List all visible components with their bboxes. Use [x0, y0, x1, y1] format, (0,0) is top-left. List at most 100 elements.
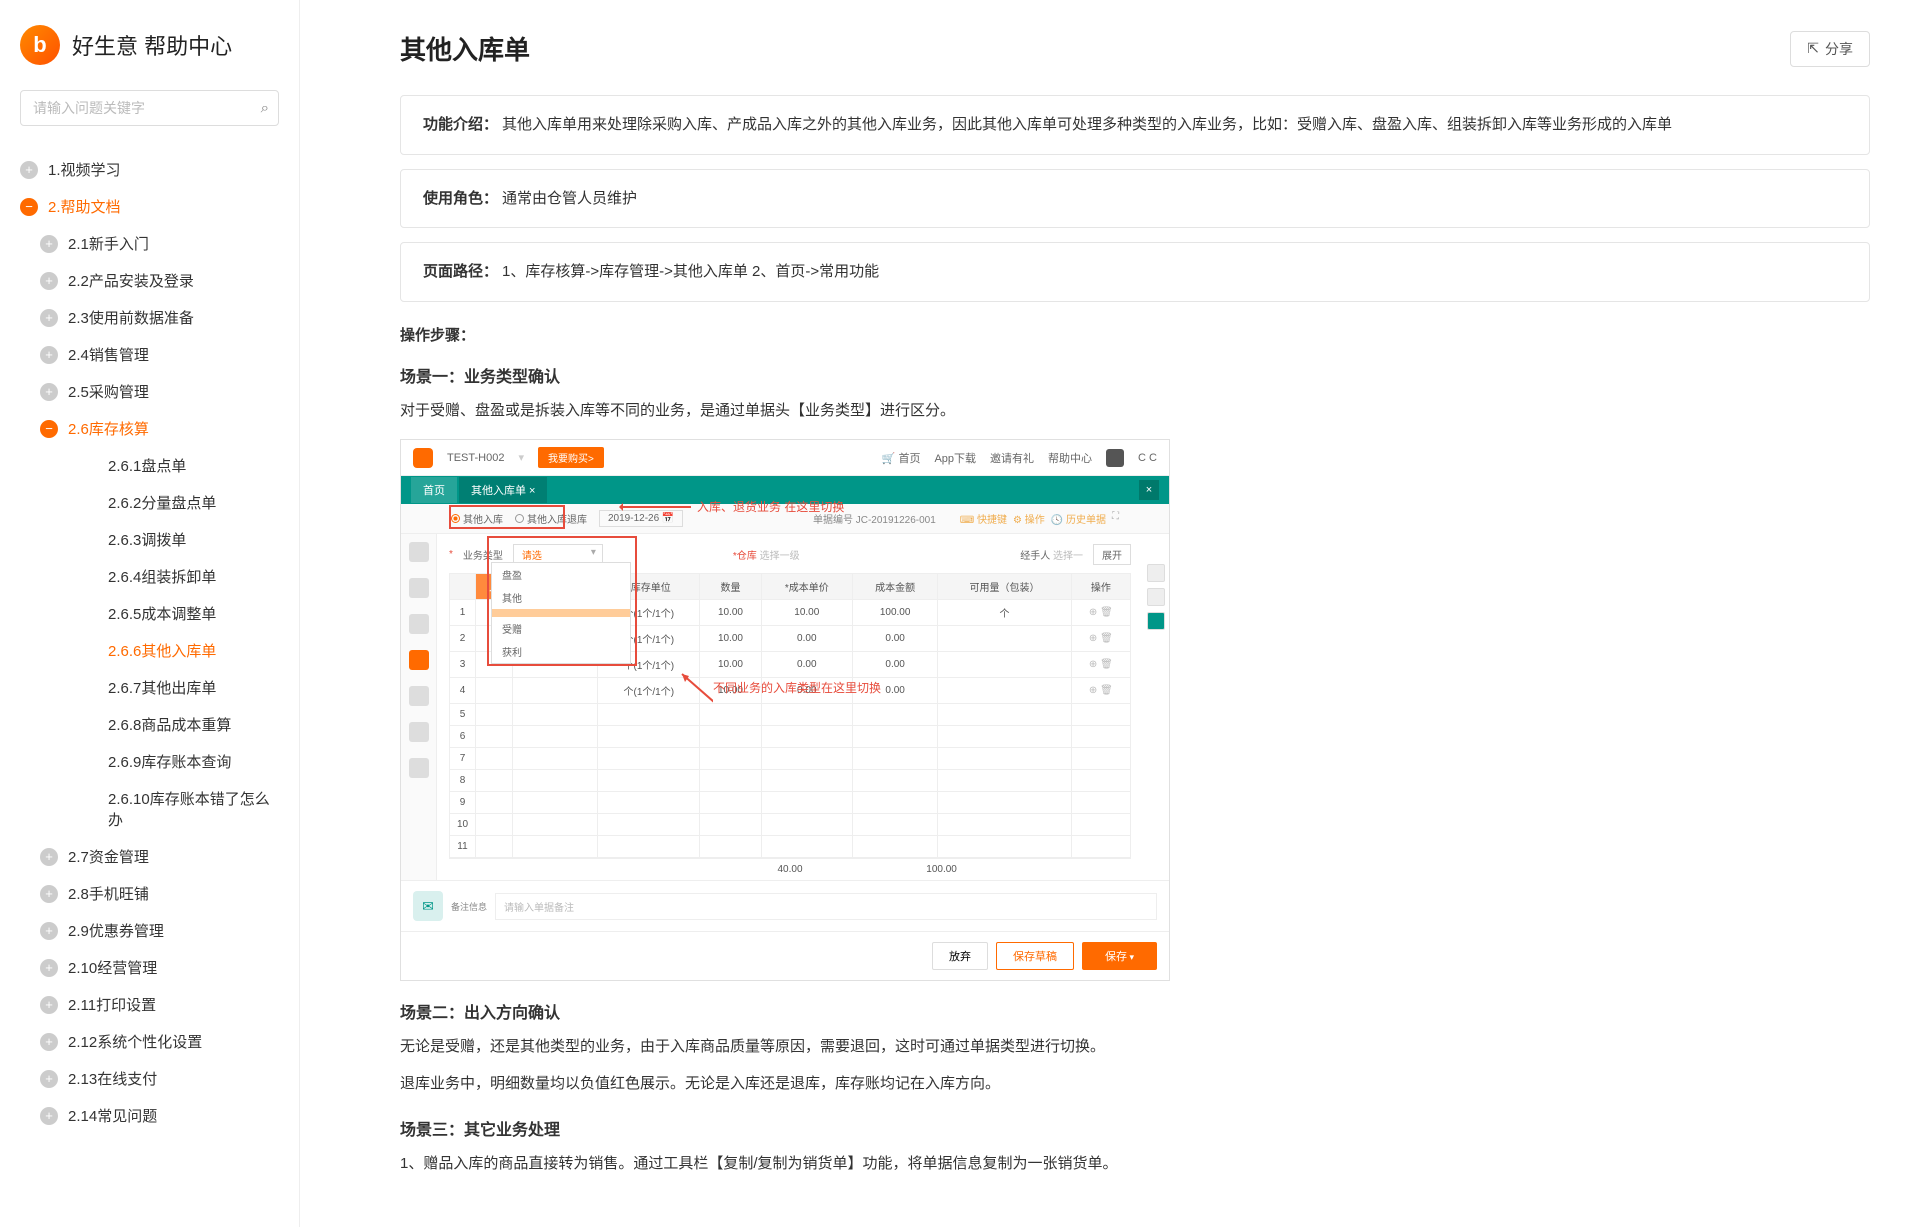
sidebar: b 好生意 帮助中心 ⌕ +1.视频学习 −2.帮助文档 +2.1新手入门 +2… — [0, 0, 300, 1227]
ss-top-invite: 邀请有礼 — [990, 450, 1034, 466]
plus-icon: + — [40, 346, 58, 364]
plus-icon: + — [40, 922, 58, 940]
plus-icon: + — [40, 885, 58, 903]
path-card: 页面路径：1、库存核算->库存管理->其他入库单 2、首页->常用功能 — [400, 242, 1870, 302]
screenshot-scene1: TEST-H002 ▾ 我要购买> 🛒 首页 App下载 邀请有礼 帮助中心 C… — [400, 439, 1170, 981]
nav-2-4[interactable]: +2.4销售管理 — [40, 336, 279, 373]
ss-draft-button: 保存草稿 — [996, 942, 1074, 970]
nav-2-5[interactable]: +2.5采购管理 — [40, 373, 279, 410]
nav-label: 2.1新手入门 — [68, 233, 149, 254]
intro-label: 功能介绍： — [423, 116, 498, 133]
ss-top-home: 🛒 首页 — [882, 450, 921, 466]
plus-icon: + — [40, 383, 58, 401]
search-input[interactable] — [20, 90, 279, 126]
share-button[interactable]: ⇱ 分享 — [1790, 31, 1870, 67]
nav-2-6-3[interactable]: 2.6.3调拨单 — [80, 521, 279, 558]
table-row: 7 — [450, 748, 1131, 770]
ss-save-button: 保存 — [1082, 942, 1157, 970]
nav-2-6-8[interactable]: 2.6.8商品成本重算 — [80, 706, 279, 743]
ss-dd-item: 获利 — [492, 640, 630, 663]
annotation-box-1 — [449, 505, 565, 529]
nav-2-11[interactable]: +2.11打印设置 — [40, 986, 279, 1023]
nav-label: 2.帮助文档 — [48, 196, 121, 217]
plus-icon: + — [40, 272, 58, 290]
ss-topbar: TEST-H002 ▾ 我要购买> 🛒 首页 App下载 邀请有礼 帮助中心 C… — [401, 440, 1169, 476]
role-text: 通常由仓管人员维护 — [502, 190, 637, 207]
ss-dd-item: 其他 — [492, 586, 630, 609]
scene1-title: 场景一：业务类型确认 — [400, 363, 1870, 387]
share-icon: ⇱ — [1807, 40, 1819, 57]
nav-label: 2.2产品安装及登录 — [68, 270, 194, 291]
nav-video-learning[interactable]: +1.视频学习 — [20, 151, 279, 188]
ss-right-tools — [1143, 534, 1169, 880]
ss-filter-label: 业务类型 — [463, 547, 503, 562]
plus-icon: + — [40, 1070, 58, 1088]
nav-label: 2.11打印设置 — [68, 994, 156, 1015]
nav-2-6[interactable]: −2.6库存核算 — [40, 410, 279, 447]
ss-footer: 放弃 保存草稿 保存 — [401, 931, 1169, 980]
nav-2-10[interactable]: +2.10经营管理 — [40, 949, 279, 986]
nav-label: 2.8手机旺铺 — [68, 883, 149, 904]
nav-2-13[interactable]: +2.13在线支付 — [40, 1060, 279, 1097]
nav-label: 1.视频学习 — [48, 159, 121, 180]
table-row: 10 — [450, 814, 1131, 836]
annotation-1: 入库、退货业务 在这里切换 — [621, 498, 844, 515]
nav-2-6-7[interactable]: 2.6.7其他出库单 — [80, 669, 279, 706]
nav-label: 2.6库存核算 — [68, 418, 149, 439]
steps-title: 操作步骤： — [400, 324, 1870, 345]
ss-filter-row: *业务类型 请选 盘盈 其他 受赠 获利 *仓库 选择一级 经手人 选择一 展开 — [449, 540, 1131, 573]
nav-2-6-2[interactable]: 2.6.2分量盘点单 — [80, 484, 279, 521]
nav-2-7[interactable]: +2.7资金管理 — [40, 838, 279, 875]
nav-2-6-5[interactable]: 2.6.5成本调整单 — [80, 595, 279, 632]
plus-icon: + — [40, 235, 58, 253]
nav-2-6-9[interactable]: 2.6.9库存账本查询 — [80, 743, 279, 780]
nav-2-14[interactable]: +2.14常见问题 — [40, 1097, 279, 1134]
scene1-para: 对于受赠、盘盈或是拆装入库等不同的业务，是通过单据头【业务类型】进行区分。 — [400, 397, 1870, 426]
ss-top-app: App下载 — [934, 450, 976, 466]
nav-2-6-6[interactable]: 2.6.6其他入库单 — [80, 632, 279, 669]
nav-help-docs[interactable]: −2.帮助文档 — [20, 188, 279, 225]
ss-tab-home: 首页 — [411, 477, 457, 503]
nav-label: 2.9优惠券管理 — [68, 920, 164, 941]
logo-text: 好生意 帮助中心 — [72, 29, 232, 61]
minus-icon: − — [20, 198, 38, 216]
nav-2-8[interactable]: +2.8手机旺铺 — [40, 875, 279, 912]
nav-label: 2.4销售管理 — [68, 344, 149, 365]
nav-label: 2.3使用前数据准备 — [68, 307, 194, 328]
nav-2-6-4[interactable]: 2.6.4组装拆卸单 — [80, 558, 279, 595]
ss-toolbar: 其他入库 其他入库退库 2019-12-26 📅 入库、退货业务 在这里切换 单… — [401, 504, 1169, 534]
plus-icon: + — [40, 1107, 58, 1125]
ss-nav-icon — [409, 614, 429, 634]
ss-nav-icon-active — [409, 650, 429, 670]
nav-2-6-1[interactable]: 2.6.1盘点单 — [80, 447, 279, 484]
nav-2-3[interactable]: +2.3使用前数据准备 — [40, 299, 279, 336]
ss-th: 数量 — [700, 574, 761, 600]
ss-dd-item: 盘盈 — [492, 563, 630, 586]
ss-tool-icon — [1147, 588, 1165, 606]
share-label: 分享 — [1825, 39, 1853, 59]
ss-nav-icon — [409, 686, 429, 706]
ss-avatar-icon — [1106, 449, 1124, 467]
ss-nav-icon — [409, 542, 429, 562]
ss-left-nav — [401, 534, 437, 880]
nav-label: 2.12系统个性化设置 — [68, 1031, 202, 1052]
role-label: 使用角色： — [423, 190, 498, 207]
nav-2-9[interactable]: +2.9优惠券管理 — [40, 912, 279, 949]
ss-nav-icon — [409, 758, 429, 778]
ss-remark-row: ✉ 备注信息 请输入单据备注 — [401, 880, 1169, 931]
table-row: 11 — [450, 836, 1131, 858]
nav-label: 2.5采购管理 — [68, 381, 149, 402]
ss-th: 可用量（包装） — [938, 574, 1071, 600]
scene3-title: 场景三：其它业务处理 — [400, 1116, 1870, 1140]
nav-2-6-10[interactable]: 2.6.10库存账本错了怎么办 — [80, 780, 279, 838]
ss-dropdown: 盘盈 其他 受赠 获利 — [491, 562, 631, 664]
remark-icon: ✉ — [413, 891, 443, 921]
nav-2-12[interactable]: +2.12系统个性化设置 — [40, 1023, 279, 1060]
ss-tool-icon — [1147, 564, 1165, 582]
ss-cancel-button: 放弃 — [932, 942, 988, 970]
nav-2-1[interactable]: +2.1新手入门 — [40, 225, 279, 262]
ss-th: *成本单价 — [761, 574, 853, 600]
ss-close-icon: × — [1139, 480, 1159, 500]
ss-total-amt: 100.00 — [904, 864, 980, 875]
nav-2-2[interactable]: +2.2产品安装及登录 — [40, 262, 279, 299]
